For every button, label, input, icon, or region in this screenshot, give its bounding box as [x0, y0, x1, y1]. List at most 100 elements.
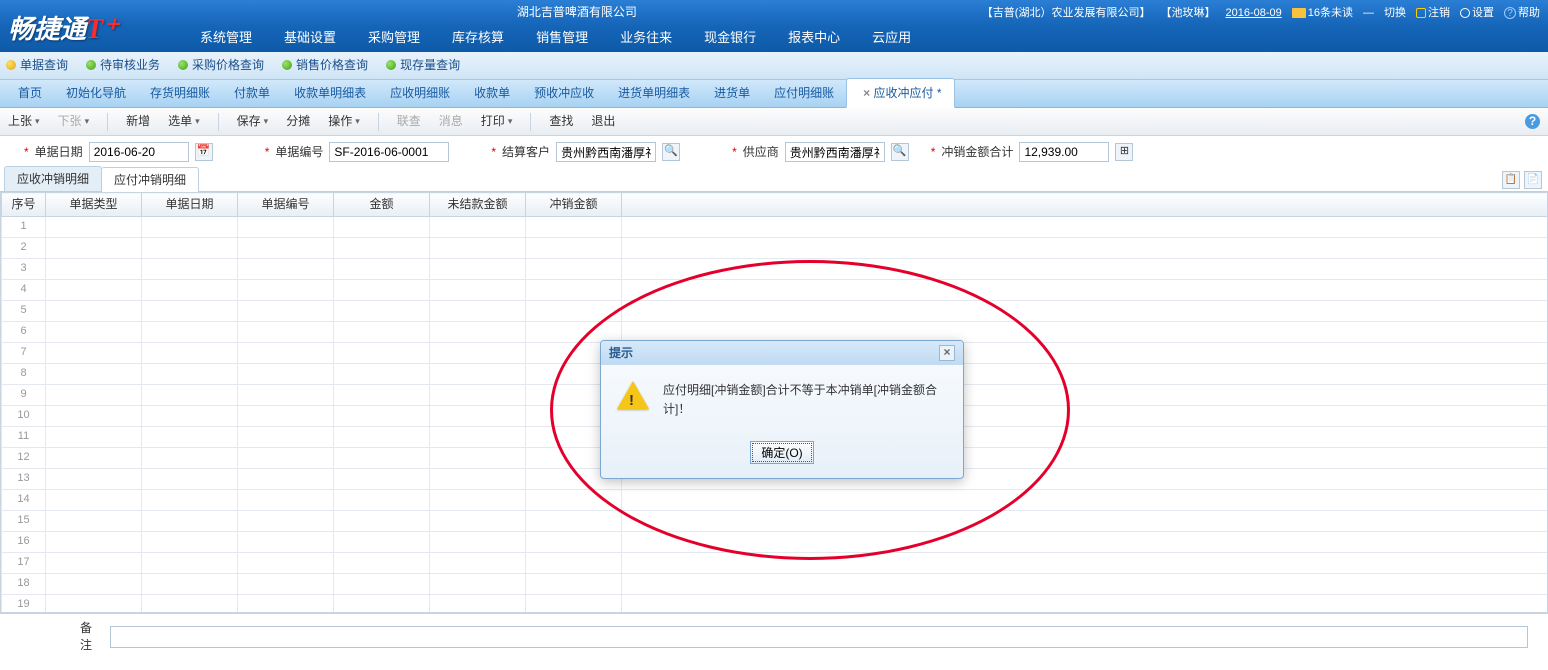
ok-button[interactable]: 确定(O): [750, 441, 813, 464]
col-header[interactable]: 单据类型: [46, 193, 142, 217]
fav-item[interactable]: 采购价格查询: [178, 57, 264, 74]
menu-item[interactable]: 系统管理: [200, 29, 252, 47]
table-row[interactable]: 5: [2, 301, 1548, 322]
code-input[interactable]: [329, 142, 449, 162]
dialog-title: 提示: [609, 345, 633, 362]
total-input[interactable]: [1019, 142, 1109, 162]
tab-close-icon[interactable]: ×: [863, 86, 870, 100]
operate-button[interactable]: 操作▾: [328, 113, 360, 130]
col-header[interactable]: 未结款金额: [430, 193, 526, 217]
help-link[interactable]: ?帮助: [1504, 6, 1540, 21]
supplier-input[interactable]: [785, 142, 885, 162]
calendar-icon[interactable]: 📅: [195, 143, 213, 161]
subtab[interactable]: 应收冲销明细: [4, 166, 102, 191]
prev-button[interactable]: 上张▾: [8, 113, 40, 130]
table-row[interactable]: 16: [2, 532, 1548, 553]
remark-input[interactable]: [110, 626, 1528, 648]
form-row: *单据日期📅 *单据编号 *结算客户🔍 *供应商🔍 *冲销金额合计⊞: [0, 136, 1548, 168]
menu-item[interactable]: 云应用: [872, 29, 911, 47]
next-button[interactable]: 下张▾: [58, 113, 90, 130]
menu-item[interactable]: 业务往来: [620, 29, 672, 47]
link-button[interactable]: 联查: [397, 113, 421, 130]
logout-link[interactable]: 注销: [1416, 6, 1450, 21]
tab[interactable]: 预收冲应收: [522, 79, 606, 107]
fav-item[interactable]: 现存量查询: [386, 57, 460, 74]
org-name: 【吉普(湖北）农业发展有限公司】: [982, 6, 1151, 21]
table-row[interactable]: 1: [2, 217, 1548, 238]
menu-item[interactable]: 现金银行: [704, 29, 756, 47]
unread-link[interactable]: 16条未读: [1292, 6, 1353, 21]
msg-button[interactable]: 消息: [439, 113, 463, 130]
lock-icon: [1416, 8, 1426, 18]
close-icon[interactable]: ×: [939, 345, 955, 361]
tab[interactable]: 应付明细账: [762, 79, 846, 107]
table-row[interactable]: 15: [2, 511, 1548, 532]
col-header[interactable]: 单据编号: [238, 193, 334, 217]
exit-button[interactable]: 退出: [591, 113, 615, 130]
menu-item[interactable]: 基础设置: [284, 29, 336, 47]
tab[interactable]: 收款单明细表: [282, 79, 378, 107]
main-menu: 系统管理 基础设置 采购管理 库存核算 销售管理 业务往来 现金银行 报表中心 …: [180, 23, 974, 47]
toolbar: 上张▾ 下张▾ 新增 选单▾ 保存▾ 分摊 操作▾ 联查 消息 打印▾ 查找 退…: [0, 108, 1548, 136]
table-row[interactable]: 17: [2, 553, 1548, 574]
split-button[interactable]: 分摊: [286, 113, 310, 130]
supplier-label: 供应商: [743, 144, 779, 161]
fav-item[interactable]: 待审核业务: [86, 57, 160, 74]
col-header[interactable]: 冲销金额: [526, 193, 622, 217]
dot-icon: [86, 60, 96, 70]
subtab-active[interactable]: 应付冲销明细: [101, 167, 199, 192]
help-icon[interactable]: ?: [1525, 114, 1540, 129]
tab[interactable]: 收款单: [462, 79, 522, 107]
col-header[interactable]: 单据日期: [142, 193, 238, 217]
tab[interactable]: 付款单: [222, 79, 282, 107]
tab[interactable]: 首页: [6, 79, 54, 107]
menu-item[interactable]: 报表中心: [788, 29, 840, 47]
fav-item[interactable]: 单据查询: [6, 57, 68, 74]
settings-link[interactable]: 设置: [1460, 6, 1494, 21]
dialog-title-bar: 提示 ×: [601, 341, 963, 365]
warning-icon: !: [617, 381, 649, 411]
customer-input[interactable]: [556, 142, 656, 162]
tab[interactable]: 应收明细账: [378, 79, 462, 107]
copy-icon[interactable]: 📋: [1502, 171, 1520, 189]
col-header[interactable]: 序号: [2, 193, 46, 217]
menu-item[interactable]: 销售管理: [536, 29, 588, 47]
date-link[interactable]: 2016-08-09: [1225, 6, 1281, 21]
table-row[interactable]: 14: [2, 490, 1548, 511]
switch-link[interactable]: 切换: [1384, 6, 1406, 21]
tab[interactable]: 进货单明细表: [606, 79, 702, 107]
table-row[interactable]: 2: [2, 238, 1548, 259]
select-button[interactable]: 选单▾: [168, 113, 200, 130]
table-row[interactable]: 18: [2, 574, 1548, 595]
dot-icon: [6, 60, 16, 70]
document-tabs: 首页 初始化导航 存货明细账 付款单 收款单明细表 应收明细账 收款单 预收冲应…: [0, 80, 1548, 108]
code-label: 单据编号: [275, 144, 323, 161]
search-icon[interactable]: 🔍: [891, 143, 909, 161]
print-button[interactable]: 打印▾: [481, 113, 513, 130]
tab-active[interactable]: × 应收冲应付 *: [846, 78, 954, 108]
new-button[interactable]: 新增: [126, 113, 150, 130]
save-button[interactable]: 保存▾: [237, 113, 269, 130]
remark-row: 备注: [0, 613, 1548, 658]
dot-icon: [386, 60, 396, 70]
date-label: 单据日期: [35, 144, 83, 161]
company-name: 湖北吉普啤酒有限公司: [180, 0, 974, 23]
calc-icon[interactable]: ⊞: [1115, 143, 1133, 161]
paste-icon[interactable]: 📄: [1524, 171, 1542, 189]
remark-label: 备注: [80, 620, 104, 654]
fav-item[interactable]: 销售价格查询: [282, 57, 368, 74]
find-button[interactable]: 查找: [549, 113, 573, 130]
tab[interactable]: 初始化导航: [54, 79, 138, 107]
date-input[interactable]: [89, 142, 189, 162]
menu-item[interactable]: 库存核算: [452, 29, 504, 47]
tab[interactable]: 进货单: [702, 79, 762, 107]
menu-item[interactable]: 采购管理: [368, 29, 420, 47]
col-header[interactable]: 金额: [334, 193, 430, 217]
table-row[interactable]: 19: [2, 595, 1548, 613]
search-icon[interactable]: 🔍: [662, 143, 680, 161]
table-row[interactable]: 3: [2, 259, 1548, 280]
dialog-message: 应付明细[冲销金额]合计不等于本冲销单[冲销金额合计]！: [663, 381, 947, 425]
tab[interactable]: 存货明细账: [138, 79, 222, 107]
table-row[interactable]: 4: [2, 280, 1548, 301]
total-label: 冲销金额合计: [941, 144, 1013, 161]
